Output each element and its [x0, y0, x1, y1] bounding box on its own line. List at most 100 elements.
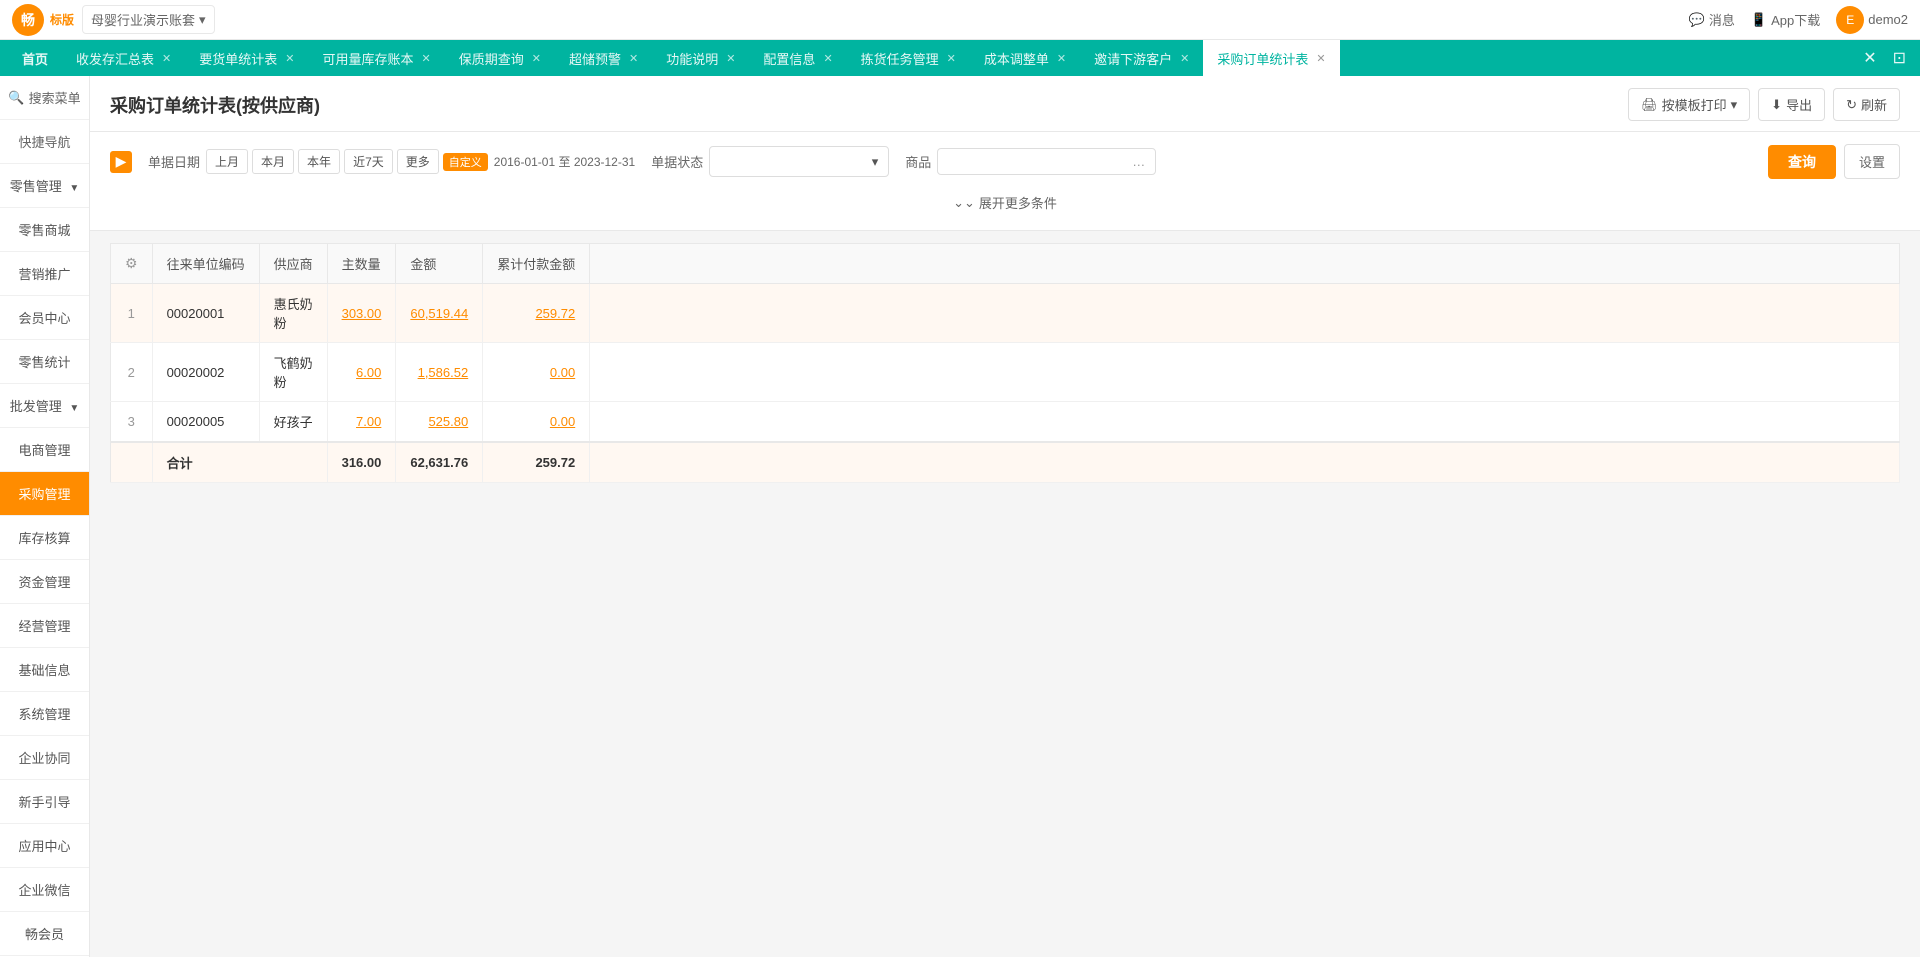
cell-extra: [590, 402, 1900, 443]
sidebar-item-newguide[interactable]: 新手引导: [0, 780, 89, 824]
sidebar-item-purchase[interactable]: 采购管理: [0, 472, 89, 516]
sidebar-item-search[interactable]: 🔍 搜索菜单: [0, 76, 89, 120]
export-button[interactable]: ⬇ 导出: [1758, 88, 1825, 121]
cell-paid[interactable]: 0.00: [483, 402, 590, 443]
cell-paid[interactable]: 259.72: [483, 284, 590, 343]
tab-peizhi[interactable]: 配置信息 ✕: [749, 40, 846, 76]
cell-amount[interactable]: 525.80: [396, 402, 483, 443]
col-extra: [590, 244, 1900, 284]
tab-home[interactable]: 首页: [8, 40, 62, 76]
tab-baozhenqi[interactable]: 保质期查询 ✕: [445, 40, 555, 76]
sidebar-item-retail[interactable]: 零售管理: [0, 164, 89, 208]
search-icon: 🔍: [8, 90, 24, 106]
close-icon[interactable]: ✕: [947, 52, 956, 65]
cell-quantity[interactable]: 303.00: [327, 284, 396, 343]
date-toggle-thisyear[interactable]: 本年: [298, 149, 340, 174]
top-bar-right: 💬 消息 📱 App下载 E demo2: [1689, 6, 1908, 34]
cell-unit-code: 00020001: [152, 284, 259, 343]
close-icon[interactable]: ✕: [726, 52, 735, 65]
cell-unit-code: 00020005: [152, 402, 259, 443]
message-button[interactable]: 💬 消息: [1689, 10, 1735, 29]
cell-amount[interactable]: 1,586.52: [396, 343, 483, 402]
table-row: 2 00020002 飞鹤奶粉 6.00 1,586.52 0.00: [111, 343, 1900, 402]
close-icon[interactable]: ✕: [823, 52, 832, 65]
user-menu[interactable]: E demo2: [1836, 6, 1908, 34]
table-header-row: ⚙ 往来单位编码 供应商 主数量 金额 累计付款金额: [111, 244, 1900, 284]
date-toggle-more[interactable]: 更多: [397, 149, 439, 174]
close-icon[interactable]: ✕: [532, 52, 541, 65]
settings-button[interactable]: 设置: [1844, 144, 1900, 179]
custom-badge: 自定义: [443, 153, 488, 171]
tab-gongnengshuo[interactable]: 功能说明 ✕: [652, 40, 749, 76]
close-icon[interactable]: ✕: [422, 52, 431, 65]
status-select[interactable]: ▾: [709, 146, 889, 177]
cell-amount[interactable]: 60,519.44: [396, 284, 483, 343]
close-icon[interactable]: ✕: [285, 52, 294, 65]
date-toggle-lastmonth[interactable]: 上月: [206, 149, 248, 174]
sidebar-item-corpwechat[interactable]: 企业微信: [0, 868, 89, 912]
collapse-button[interactable]: ▶: [110, 151, 132, 173]
sidebar-item-wholesale[interactable]: 批发管理: [0, 384, 89, 428]
col-paid: 累计付款金额: [483, 244, 590, 284]
cell-supplier: 飞鹤奶粉: [259, 343, 327, 402]
close-icon-active[interactable]: ✕: [1316, 52, 1325, 65]
sidebar-item-retailstat[interactable]: 零售统计: [0, 340, 89, 384]
refresh-button[interactable]: ↻ 刷新: [1833, 88, 1900, 121]
close-icon[interactable]: ✕: [1057, 52, 1066, 65]
tab-yaoqingxiayou[interactable]: 邀请下游客户 ✕: [1080, 40, 1203, 76]
goods-input[interactable]: [948, 154, 1128, 169]
filter-actions: 查询 设置: [1768, 144, 1900, 179]
close-icon[interactable]: ✕: [162, 52, 171, 65]
sidebar-item-vip[interactable]: 畅会员: [0, 912, 89, 956]
filter-row: ▶ 单据日期 上月 本月 本年 近7天 更多 自定义 2016-01-01 至 …: [110, 144, 1900, 179]
app-download-button[interactable]: 📱 App下载: [1751, 10, 1820, 29]
ellipsis-icon[interactable]: …: [1132, 154, 1145, 169]
sidebar-item-enterprise[interactable]: 企业协同: [0, 736, 89, 780]
sidebar-item-operations[interactable]: 经营管理: [0, 604, 89, 648]
sidebar-item-appcenter[interactable]: 应用中心: [0, 824, 89, 868]
sidebar-item-basic[interactable]: 基础信息: [0, 648, 89, 692]
status-label: 单据状态: [651, 152, 703, 171]
footer-quantity: 316.00: [327, 442, 396, 483]
tab-keyongliang[interactable]: 可用量库存账本 ✕: [308, 40, 444, 76]
cell-quantity[interactable]: 7.00: [327, 402, 396, 443]
tab-yaohuodantj[interactable]: 要货单统计表 ✕: [185, 40, 308, 76]
sidebar-item-retailshop[interactable]: 零售商城: [0, 208, 89, 252]
expand-more-button[interactable]: ⌄⌄ 展开更多条件: [947, 187, 1063, 218]
sidebar-item-finance[interactable]: 资金管理: [0, 560, 89, 604]
logo-icon: 畅: [12, 4, 44, 36]
date-toggle-thismonth[interactable]: 本月: [252, 149, 294, 174]
sidebar-item-inventory[interactable]: 库存核算: [0, 516, 89, 560]
gear-icon[interactable]: ⚙: [125, 255, 138, 271]
sidebar-item-member[interactable]: 会员中心: [0, 296, 89, 340]
tab-chaocuyujing[interactable]: 超储预警 ✕: [555, 40, 652, 76]
print-icon: 🖨: [1641, 97, 1658, 113]
close-all-button[interactable]: ✕: [1857, 44, 1882, 72]
query-button[interactable]: 查询: [1768, 145, 1836, 179]
footer-extra: [590, 442, 1900, 483]
restore-button[interactable]: ⊡: [1887, 44, 1912, 72]
workspace-name: 母婴行业演示账套: [91, 10, 195, 29]
sidebar-item-quicknav[interactable]: 快捷导航: [0, 120, 89, 164]
col-supplier: 供应商: [259, 244, 327, 284]
sidebar-item-system[interactable]: 系统管理: [0, 692, 89, 736]
row-index: 3: [111, 402, 153, 443]
tab-caigoudingdan[interactable]: 采购订单统计表 ✕: [1203, 40, 1339, 76]
cell-quantity[interactable]: 6.00: [327, 343, 396, 402]
cell-paid[interactable]: 0.00: [483, 343, 590, 402]
tab-shoufahuizongl[interactable]: 收发存汇总表 ✕: [62, 40, 185, 76]
sidebar-item-marketing[interactable]: 营销推广: [0, 252, 89, 296]
nav-end: ✕ ⊡: [1857, 44, 1912, 72]
workspace-selector[interactable]: 母婴行业演示账套 ▾: [82, 5, 215, 34]
date-toggle-7days[interactable]: 近7天: [344, 149, 393, 174]
cell-unit-code: 00020002: [152, 343, 259, 402]
close-icon[interactable]: ✕: [1180, 52, 1189, 65]
sidebar-item-ecommerce[interactable]: 电商管理: [0, 428, 89, 472]
tab-chengbentiaoz[interactable]: 成本调整单 ✕: [970, 40, 1080, 76]
chevron-down-icon: ⌄⌄: [953, 195, 975, 211]
content-area: 采购订单统计表(按供应商) 🖨 按模板打印 ▾ ⬇ 导出 ↻ 刷新: [90, 76, 1920, 957]
print-button[interactable]: 🖨 按模板打印 ▾: [1628, 88, 1750, 121]
refresh-icon: ↻: [1846, 97, 1857, 113]
tab-jianhuorenwu[interactable]: 拣货任务管理 ✕: [847, 40, 970, 76]
close-icon[interactable]: ✕: [629, 52, 638, 65]
